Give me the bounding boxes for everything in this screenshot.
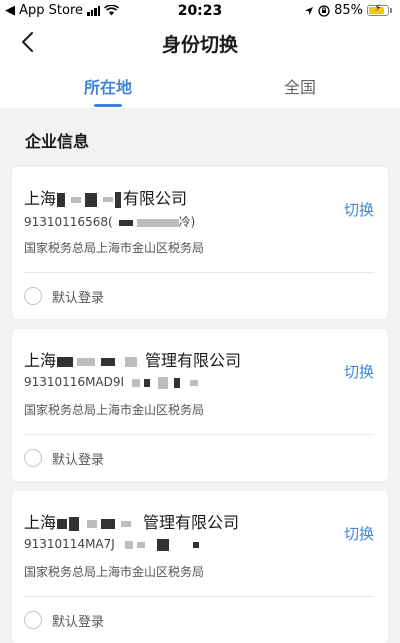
redaction-block bbox=[115, 191, 122, 208]
redaction-block bbox=[101, 518, 116, 529]
redaction-block bbox=[192, 541, 199, 548]
redaction-block bbox=[57, 518, 68, 529]
company-name: 上海 管理有限公司 bbox=[24, 509, 239, 533]
battery-percent: 85% bbox=[334, 3, 363, 18]
redaction-block bbox=[156, 538, 169, 551]
redaction-block bbox=[174, 377, 181, 388]
section-title: 企业信息 bbox=[25, 132, 90, 151]
company-card[interactable]: 上海 有限公司 91310116568( 冷) 国家税务总局上海市金山区税务局 切换… bbox=[12, 167, 388, 319]
redaction-block bbox=[136, 541, 145, 548]
switch-button[interactable]: 切换 bbox=[344, 523, 374, 544]
redaction-block bbox=[77, 357, 96, 366]
switch-button[interactable]: 切换 bbox=[344, 199, 374, 220]
tab-bar: 所在地 全国 bbox=[0, 64, 400, 108]
tax-office: 国家税务总局上海市金山区税务局 bbox=[24, 565, 205, 579]
redaction-block bbox=[125, 356, 138, 367]
redaction-block bbox=[71, 196, 82, 203]
company-name-prefix: 上海 bbox=[24, 513, 57, 532]
redaction-block bbox=[103, 197, 114, 202]
company-name-suffix: 管理有限公司 bbox=[143, 513, 240, 532]
tax-id-prefix: 91310116MAD9I bbox=[24, 375, 125, 389]
tax-id-prefix: 91310116568( bbox=[24, 215, 113, 229]
redaction-block bbox=[57, 356, 74, 367]
divider bbox=[24, 596, 374, 597]
tax-id: 91310116568( 冷) bbox=[24, 213, 195, 230]
default-login-option[interactable]: 默认登录 bbox=[24, 609, 104, 631]
company-name-suffix: 管理有限公司 bbox=[145, 351, 242, 370]
tax-id: 91310114MA7J bbox=[24, 537, 199, 551]
default-login-option[interactable]: 默认登录 bbox=[24, 447, 104, 469]
location-icon bbox=[305, 6, 314, 15]
divider bbox=[24, 272, 374, 273]
default-login-radio[interactable] bbox=[24, 449, 42, 467]
company-name: 上海 管理有限公司 bbox=[24, 347, 241, 371]
redaction-block bbox=[118, 219, 133, 226]
divider bbox=[24, 434, 374, 435]
redaction-block bbox=[132, 378, 141, 387]
company-name-prefix: 上海 bbox=[24, 351, 57, 370]
redaction-block bbox=[101, 357, 116, 366]
redaction-block bbox=[136, 218, 179, 227]
default-login-radio[interactable] bbox=[24, 287, 42, 305]
page-title: 身份切换 bbox=[161, 34, 238, 56]
redaction-block bbox=[87, 519, 98, 528]
default-login-radio[interactable] bbox=[24, 611, 42, 629]
default-login-label: 默认登录 bbox=[52, 452, 105, 468]
redaction-block bbox=[85, 192, 98, 207]
company-card[interactable]: 上海 管理有限公司 91310114MA7J 国家税务总局上海市金山区税务局 切换… bbox=[12, 491, 388, 643]
redaction-block bbox=[158, 376, 169, 389]
tax-id: 91310116MAD9I bbox=[24, 375, 199, 389]
default-login-label: 默认登录 bbox=[52, 290, 105, 306]
redaction-block bbox=[69, 516, 80, 531]
status-right: 85% ⚡ bbox=[304, 3, 392, 18]
default-login-label: 默认登录 bbox=[52, 614, 105, 630]
redaction-block bbox=[144, 378, 151, 387]
orientation-lock-icon bbox=[318, 4, 330, 17]
active-tab-indicator bbox=[94, 104, 122, 107]
back-button[interactable] bbox=[18, 28, 50, 58]
switch-button[interactable]: 切换 bbox=[344, 361, 374, 382]
redaction-block bbox=[124, 540, 133, 549]
tab-local[interactable]: 所在地 bbox=[48, 74, 168, 98]
chevron-left-icon bbox=[22, 32, 33, 52]
tax-id-prefix: 91310114MA7J bbox=[24, 537, 115, 551]
default-login-option[interactable]: 默认登录 bbox=[24, 285, 104, 307]
battery-charging-icon: ⚡ bbox=[367, 3, 389, 16]
tax-office: 国家税务总局上海市金山区税务局 bbox=[24, 241, 205, 255]
company-name: 上海 有限公司 bbox=[24, 185, 187, 209]
company-card[interactable]: 上海 管理有限公司 91310116MAD9I 国家税务总局上海市金山区税务局 切… bbox=[12, 329, 388, 481]
redaction-block bbox=[121, 520, 132, 527]
tax-office: 国家税务总局上海市金山区税务局 bbox=[24, 403, 205, 417]
tab-national[interactable]: 全国 bbox=[240, 74, 360, 98]
company-name-prefix: 上海 bbox=[24, 189, 57, 208]
redaction-block bbox=[190, 379, 199, 386]
navigation-bar: 身份切换 bbox=[0, 22, 400, 64]
tax-id-suffix: 冷) bbox=[178, 215, 196, 229]
status-bar: ◀ App Store 20:23 85% ⚡ bbox=[0, 0, 400, 22]
company-name-suffix: 有限公司 bbox=[123, 189, 188, 208]
redaction-block bbox=[57, 192, 66, 207]
